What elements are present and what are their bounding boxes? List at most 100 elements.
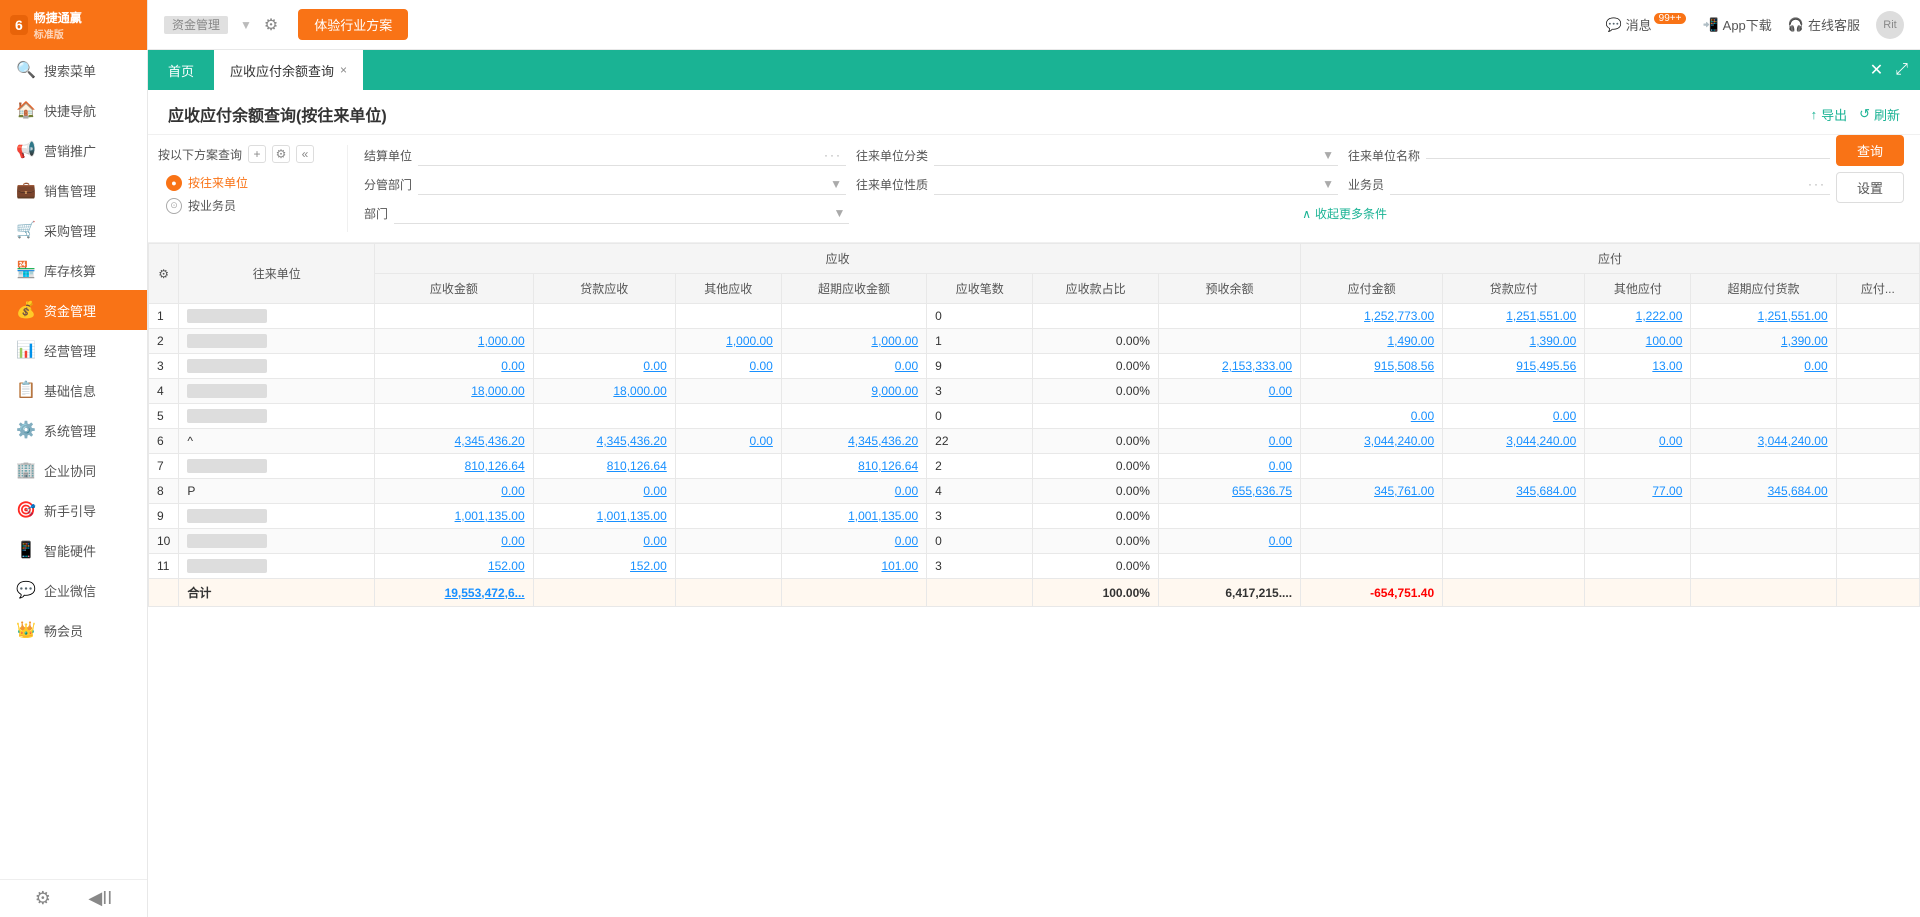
system-icon: ⚙️ <box>16 420 36 440</box>
table-row: 5hidden00.000.00 <box>149 404 1920 429</box>
sidebar-item-marketing[interactable]: 📢 营销推广 <box>0 130 147 170</box>
basicinfo-icon: 📋 <box>16 380 36 400</box>
tab-expand-icon[interactable]: ⤢ <box>1895 61 1908 79</box>
tab-ar-ap[interactable]: 应收应付余额查询 × <box>214 50 363 90</box>
app-download-item[interactable]: 📲 App下载 <box>1702 15 1771 34</box>
data-table: ⚙ 往来单位 应收 应付 应收金额 贷款应收 其他应收 超期应收金额 应收笔数 <box>148 243 1920 607</box>
partner-name-cell: hidden <box>179 504 375 529</box>
table-row: 8P0.000.000.0040.00%655,636.75345,761.00… <box>149 479 1920 504</box>
sidebar-item-system[interactable]: ⚙️ 系统管理 <box>0 410 147 450</box>
promo-button[interactable]: 体验行业方案 <box>298 9 408 40</box>
page-header: 应收应付余额查询(按往来单位) ↑ 导出 ↺ 刷新 <box>148 90 1920 135</box>
manage-dept-input[interactable]: ▼ <box>418 174 846 195</box>
partner-name-input[interactable] <box>1426 152 1830 159</box>
dept-arrow: ▼ <box>833 206 845 220</box>
manage-dept-field: 分管部门 ▼ <box>364 174 846 195</box>
table-settings-icon: ⚙ <box>158 267 169 281</box>
sidebar-item-sales[interactable]: 💼 销售管理 <box>0 170 147 210</box>
add-scheme-btn[interactable]: + <box>248 145 266 163</box>
marketing-icon: 📢 <box>16 140 36 160</box>
query-button[interactable]: 查询 <box>1836 135 1904 166</box>
sidebar-label-marketing: 营销推广 <box>44 141 96 160</box>
table-row: 4hidden18,000.0018,000.009,000.0030.00%0… <box>149 379 1920 404</box>
salesperson-input[interactable]: ··· <box>1390 174 1830 195</box>
collapse-more-btn[interactable]: ∧ 收起更多条件 <box>1302 205 1387 222</box>
sidebar-label-system: 系统管理 <box>44 421 96 440</box>
dept-label: 部门 <box>364 205 388 222</box>
scheme-by-salesperson[interactable]: ⊙ 按业务员 <box>158 194 337 217</box>
sidebar-item-search[interactable]: 🔍 搜索菜单 <box>0 50 147 90</box>
sidebar-item-corpcoop[interactable]: 🏢 企业协同 <box>0 450 147 490</box>
sidebar-label-sales: 销售管理 <box>44 181 96 200</box>
sidebar-item-operation[interactable]: 📊 经营管理 <box>0 330 147 370</box>
partner-name-cell: hidden <box>179 329 375 354</box>
export-button[interactable]: ↑ 导出 <box>1811 105 1848 124</box>
table-total-row: 合计 19,553,472,6... 100.00% 6,417,215....… <box>149 579 1920 607</box>
sidebar-bottom: ⚙ ◀II <box>0 879 147 917</box>
sidebar-logo: 6 畅捷通赢 标准版 <box>0 0 147 50</box>
dept-input[interactable]: ▼ <box>394 203 849 224</box>
search-scheme-label: 按以下方案查询 <box>158 146 242 163</box>
sidebar-item-smarthw[interactable]: 📱 智能硬件 <box>0 530 147 570</box>
messages-item[interactable]: 💬 消息 99++ <box>1605 15 1686 34</box>
scheme-inactive-dot: ⊙ <box>166 198 182 214</box>
online-service-item[interactable]: 🎧 在线客服 <box>1788 15 1860 34</box>
collapse-more-btn-container: ∧ 收起更多条件 <box>859 203 1830 224</box>
sidebar-label-smarthw: 智能硬件 <box>44 541 96 560</box>
guide-icon: 🎯 <box>16 500 36 520</box>
message-badge: 99++ <box>1654 13 1687 24</box>
message-label: 消息 <box>1626 15 1652 34</box>
tab-close-window-icon[interactable]: ✕ <box>1870 60 1883 80</box>
salesperson-dots: ··· <box>1808 177 1826 191</box>
sidebar-label-purchase: 采购管理 <box>44 221 96 240</box>
search-icon: 🔍 <box>16 60 36 80</box>
sidebar-item-purchase[interactable]: 🛒 采购管理 <box>0 210 147 250</box>
refresh-label: 刷新 <box>1874 105 1900 124</box>
partner-nature-label: 往来单位性质 <box>856 176 928 193</box>
settlement-unit-input[interactable]: ··· <box>418 145 846 166</box>
partner-name-cell: hidden <box>179 354 375 379</box>
th-ar-prepay: 预收余额 <box>1158 274 1300 304</box>
service-label: 在线客服 <box>1808 15 1860 34</box>
th-ar-group: 应收 <box>375 244 1301 274</box>
partner-name-cell: hidden <box>179 529 375 554</box>
partner-category-input[interactable]: ▼ <box>934 145 1338 166</box>
scheme-collapse-btn[interactable]: « <box>296 145 314 163</box>
sidebar-item-guide[interactable]: 🎯 新手引导 <box>0 490 147 530</box>
sidebar-settings-btn[interactable]: ⚙ <box>35 888 51 909</box>
operation-icon: 📊 <box>16 340 36 360</box>
partner-name-cell: hidden <box>179 554 375 579</box>
sidebar-item-quicknav[interactable]: 🏠 快捷导航 <box>0 90 147 130</box>
total-ar-loan <box>533 579 675 607</box>
tab-home[interactable]: 首页 <box>148 50 214 90</box>
partner-name-cell: hidden <box>179 304 375 329</box>
table-row: 6^4,345,436.204,345,436.200.004,345,436.… <box>149 429 1920 454</box>
scheme-settings-btn[interactable]: ⚙ <box>272 145 290 163</box>
sidebar-item-basicinfo[interactable]: 📋 基础信息 <box>0 370 147 410</box>
salesperson-field: 业务员 ··· <box>1348 174 1830 195</box>
th-settings[interactable]: ⚙ <box>149 244 179 304</box>
partner-category-arrow: ▼ <box>1322 148 1334 162</box>
topbar: 资金管理 ▼ ⚙ 体验行业方案 💬 消息 99++ 📲 App下载 🎧 在线客服 <box>148 0 1920 50</box>
table-container[interactable]: ⚙ 往来单位 应收 应付 应收金额 贷款应收 其他应收 超期应收金额 应收笔数 <box>148 243 1920 607</box>
message-icon: 💬 <box>1605 17 1621 33</box>
sidebar-item-finance[interactable]: 💰 资金管理 <box>0 290 147 330</box>
tab-home-label: 首页 <box>168 61 194 80</box>
partner-nature-input[interactable]: ▼ <box>934 174 1338 195</box>
sidebar-item-inventory[interactable]: 🏪 库存核算 <box>0 250 147 290</box>
tab-close-icon[interactable]: × <box>340 63 347 77</box>
scheme-by-partner[interactable]: ● 按往来单位 <box>158 171 337 194</box>
settlement-unit-dots: ··· <box>824 148 842 162</box>
topbar-gear[interactable]: ⚙ <box>264 15 278 35</box>
sidebar-item-weixin[interactable]: 💬 企业微信 <box>0 570 147 610</box>
refresh-button[interactable]: ↺ 刷新 <box>1859 105 1900 124</box>
th-ar-other: 其他应收 <box>675 274 781 304</box>
user-avatar[interactable]: Rit <box>1876 11 1904 39</box>
sidebar-item-vip[interactable]: 👑 畅会员 <box>0 610 147 650</box>
settings-button[interactable]: 设置 <box>1836 172 1904 203</box>
total-ar-ratio: 100.00% <box>1033 579 1159 607</box>
page-title: 应收应付余额查询(按往来单位) <box>168 102 387 126</box>
th-ap-amount: 应付金额 <box>1301 274 1443 304</box>
settlement-unit-label: 结算单位 <box>364 147 412 164</box>
sidebar-collapse-btn[interactable]: ◀II <box>88 888 112 909</box>
